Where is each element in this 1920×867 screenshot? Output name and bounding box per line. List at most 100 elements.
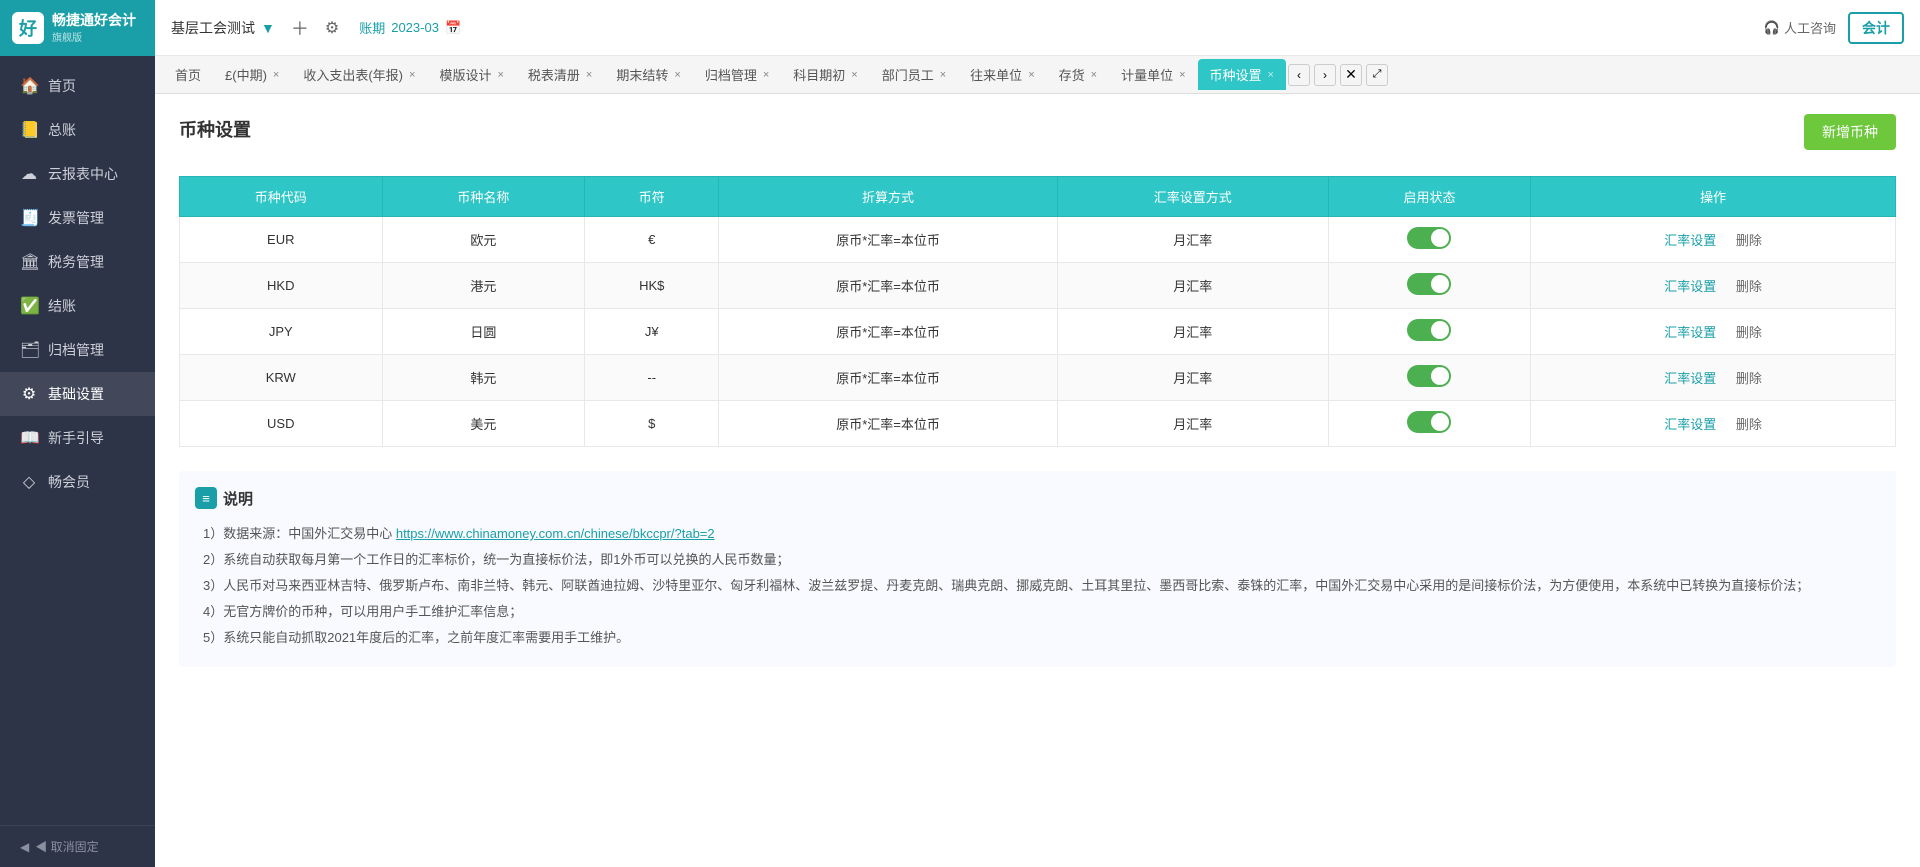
tab-prev-button[interactable]: ‹ [1288, 64, 1310, 86]
company-selector[interactable]: 基层工会测试 ▼ [171, 18, 275, 38]
new-currency-button[interactable]: 新增币种 [1804, 114, 1896, 150]
cell-rate-1: 月汇率 [1057, 263, 1328, 309]
cell-status-3[interactable] [1328, 355, 1531, 401]
delete-link-1[interactable]: 删除 [1736, 279, 1762, 294]
cell-name-2: 日圆 [382, 309, 585, 355]
period-value[interactable]: 2023-03 [391, 20, 439, 35]
sidebar-item-基础设置[interactable]: ⚙基础设置 [0, 372, 155, 416]
tab-close-9[interactable]: × [1028, 69, 1034, 81]
currency-table: 币种代码 币种名称 币符 折算方式 汇率设置方式 启用状态 操作 EUR 欧元 … [179, 176, 1896, 447]
sidebar-item-首页[interactable]: 🏠首页 [0, 64, 155, 108]
page-title: 币种设置 [179, 116, 251, 142]
toggle-1[interactable] [1407, 273, 1451, 295]
sidebar-item-归档管理[interactable]: 🗂归档管理 [0, 328, 155, 372]
tab-next-button[interactable]: › [1314, 64, 1336, 86]
tab-£(中期)[interactable]: £(中期)× [213, 59, 291, 90]
sidebar-label-1: 总账 [48, 120, 76, 140]
tab-close-3[interactable]: × [497, 69, 503, 81]
sidebar-item-总账[interactable]: 📒总账 [0, 108, 155, 152]
delete-link-0[interactable]: 删除 [1736, 233, 1762, 248]
tab-close-5[interactable]: × [674, 69, 680, 81]
tab-首页[interactable]: 首页 [163, 59, 213, 90]
cell-rate-0: 月汇率 [1057, 217, 1328, 263]
delete-link-3[interactable]: 删除 [1736, 371, 1762, 386]
notice-item-1: 2）系统自动获取每月第一个工作日的汇率标价，统一为直接标价法，即1外币可以兑换的… [203, 547, 1880, 573]
sidebar-item-新手引导[interactable]: 📖新手引导 [0, 416, 155, 460]
sidebar-label-3: 发票管理 [48, 208, 104, 228]
tab-expand-button[interactable]: ⤢ [1366, 64, 1388, 86]
tab-往来单位[interactable]: 往来单位× [958, 59, 1046, 90]
calendar-icon[interactable]: 📅 [445, 20, 461, 36]
sidebar-item-云报表中心[interactable]: ☁云报表中心 [0, 152, 155, 196]
tab-close-2[interactable]: × [409, 69, 415, 81]
rate-setting-link-4[interactable]: 汇率设置 [1664, 417, 1716, 432]
notice-item-3: 4）无官方牌价的币种，可以用用户手工维护汇率信息； [203, 599, 1880, 625]
tab-归档管理[interactable]: 归档管理× [693, 59, 781, 90]
tabbar: 首页£(中期)×收入支出表(年报)×模版设计×税表清册×期末结转×归档管理×科目… [155, 56, 1920, 94]
tab-科目期初[interactable]: 科目期初× [781, 59, 869, 90]
table-row: JPY 日圆 J¥ 原币*汇率=本位币 月汇率 汇率设置 删除 [180, 309, 1896, 355]
cell-code-0: EUR [180, 217, 383, 263]
rate-setting-link-1[interactable]: 汇率设置 [1664, 279, 1716, 294]
rate-setting-link-2[interactable]: 汇率设置 [1664, 325, 1716, 340]
tab-label-5: 期末结转 [616, 65, 668, 84]
sidebar-item-结账[interactable]: ✅结账 [0, 284, 155, 328]
tab-计量单位[interactable]: 计量单位× [1109, 59, 1197, 90]
sidebar-icon-4: 🏛 [20, 252, 38, 272]
tab-close-1[interactable]: × [273, 69, 279, 81]
cell-status-4[interactable] [1328, 401, 1531, 447]
tab-close-11[interactable]: × [1179, 69, 1185, 81]
tab-期末结转[interactable]: 期末结转 × [604, 59, 692, 90]
kuaiji-label: 会计 [1862, 20, 1890, 36]
tab-label-3: 模版设计 [439, 65, 491, 84]
toggle-0[interactable] [1407, 227, 1451, 249]
cell-status-2[interactable] [1328, 309, 1531, 355]
tab-税表清册[interactable]: 税表清册× [516, 59, 604, 90]
main-area: 基层工会测试 ▼ ＋ ⚙ 账期 2023-03 📅 🎧 人工咨询 会计 首页£(… [155, 0, 1920, 867]
delete-link-2[interactable]: 删除 [1736, 325, 1762, 340]
cell-status-0[interactable] [1328, 217, 1531, 263]
sidebar-label-5: 结账 [48, 296, 76, 316]
service-button[interactable]: 🎧 人工咨询 [1764, 18, 1836, 37]
tab-close-8[interactable]: × [940, 69, 946, 81]
notice-title-text: 说明 [223, 488, 253, 509]
tab-close-7[interactable]: × [851, 69, 857, 81]
rate-setting-link-0[interactable]: 汇率设置 [1664, 233, 1716, 248]
settings-gear-icon[interactable]: ⚙ [325, 18, 339, 38]
sidebar-icon-6: 🗂 [20, 340, 38, 360]
content-area: 币种设置 新增币种 币种代码 币种名称 币符 折算方式 汇率设置方式 启用状态 … [155, 94, 1920, 867]
sidebar-label-8: 新手引导 [48, 428, 104, 448]
sidebar-icon-7: ⚙ [20, 384, 38, 404]
app-logo: 好 畅捷通好会计 旗舰版 [0, 0, 155, 56]
cell-symbol-4: $ [585, 401, 719, 447]
tab-收入支出表(年报)[interactable]: 收入支出表(年报)× [291, 59, 427, 90]
tab-close-4[interactable]: × [586, 69, 592, 81]
notice-item-0: 1）数据来源：中国外汇交易中心 https://www.chinamoney.c… [203, 521, 1880, 547]
notice-list: 1）数据来源：中国外汇交易中心 https://www.chinamoney.c… [195, 521, 1880, 651]
sidebar-pin-toggle[interactable]: ◀ ◀ 取消固定 [0, 825, 155, 867]
sidebar-item-税务管理[interactable]: 🏛税务管理 [0, 240, 155, 284]
tab-label-12: 币种设置 [1210, 65, 1262, 84]
rate-setting-link-3[interactable]: 汇率设置 [1664, 371, 1716, 386]
kuaiji-button[interactable]: 会计 [1848, 12, 1904, 44]
sidebar-label-9: 畅会员 [48, 472, 90, 492]
tab-模版设计[interactable]: 模版设计 × [427, 59, 515, 90]
tab-币种设置[interactable]: 币种设置 × [1198, 59, 1286, 90]
tab-部门员工[interactable]: 部门员工× [870, 59, 958, 90]
toggle-2[interactable] [1407, 319, 1451, 341]
delete-link-4[interactable]: 删除 [1736, 417, 1762, 432]
tab-close-6[interactable]: × [763, 69, 769, 81]
toggle-3[interactable] [1407, 365, 1451, 387]
tab-close-all-button[interactable]: ✕ [1340, 64, 1362, 86]
sidebar-item-畅会员[interactable]: ◇畅会员 [0, 460, 155, 504]
sidebar: 好 畅捷通好会计 旗舰版 🏠首页📒总账☁云报表中心🧾发票管理🏛税务管理✅结账🗂归… [0, 0, 155, 867]
tab-close-12[interactable]: × [1268, 69, 1274, 81]
tab-close-10[interactable]: × [1091, 69, 1097, 81]
sidebar-item-发票管理[interactable]: 🧾发票管理 [0, 196, 155, 240]
tab-存货[interactable]: 存货× [1047, 59, 1109, 90]
toggle-4[interactable] [1407, 411, 1451, 433]
cell-status-1[interactable] [1328, 263, 1531, 309]
add-tab-button[interactable]: ＋ [287, 15, 313, 41]
notice-link[interactable]: https://www.chinamoney.com.cn/chinese/bk… [396, 526, 715, 541]
topbar-right: 🎧 人工咨询 会计 [1764, 12, 1904, 44]
